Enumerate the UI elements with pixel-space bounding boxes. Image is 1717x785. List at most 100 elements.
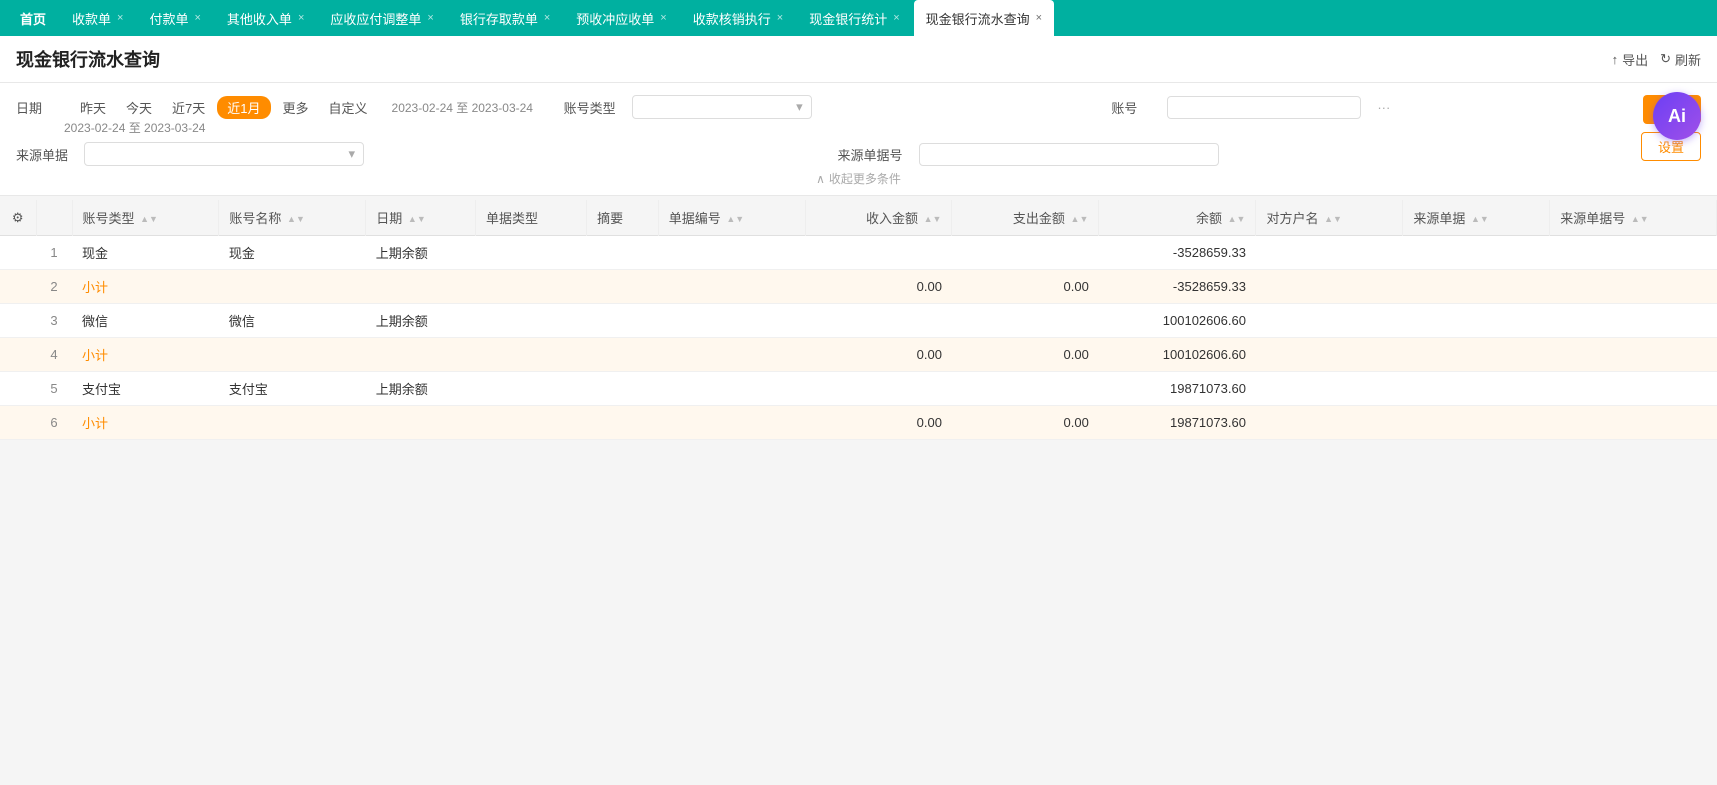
table-row[interactable]: 5支付宝支付宝上期余额19871073.60: [0, 372, 1717, 406]
date-opt-1month[interactable]: 近1月: [217, 96, 270, 119]
nav-tab-0[interactable]: 收款单 ×: [60, 0, 135, 36]
table-cell: 0.00: [952, 270, 1099, 304]
filter-row-2: 来源单据 ▾ 来源单据号: [16, 142, 1635, 166]
date-label: 日期: [16, 98, 56, 117]
source-doc-no-input[interactable]: [919, 143, 1219, 166]
close-icon[interactable]: ×: [777, 12, 783, 24]
nav-tab-3[interactable]: 应收应付调整单 ×: [318, 0, 445, 36]
table-cell: [805, 372, 952, 406]
col-account-type[interactable]: 账号类型 ▲▼: [72, 200, 219, 236]
page-header: 现金银行流水查询 ↑ 导出 ↻ 刷新: [0, 36, 1717, 83]
source-doc-filter-group: 来源单据 ▾: [16, 142, 814, 166]
sort-arrows-source-doc-no: ▲▼: [1631, 215, 1649, 224]
table-cell: 现金: [219, 236, 366, 270]
close-icon[interactable]: ×: [544, 12, 550, 24]
close-icon[interactable]: ×: [1036, 12, 1042, 24]
col-date[interactable]: 日期 ▲▼: [366, 200, 476, 236]
source-doc-select[interactable]: ▾: [84, 142, 364, 166]
table-cell: 0.00: [805, 406, 952, 440]
table-cell: [475, 372, 586, 406]
table-cell: [1403, 236, 1550, 270]
account-input[interactable]: [1167, 96, 1361, 119]
nav-tab-6[interactable]: 收款核销执行 ×: [681, 0, 795, 36]
date-opt-custom[interactable]: 自定义: [321, 96, 376, 119]
nav-tab-7[interactable]: 现金银行统计 ×: [797, 0, 911, 36]
table-cell: 0.00: [805, 270, 952, 304]
source-doc-no-filter-group: 来源单据号: [838, 143, 1636, 166]
table-cell: 现金: [72, 236, 219, 270]
col-source-doc-no[interactable]: 来源单据号 ▲▼: [1550, 200, 1717, 236]
col-income-label: 收入金额: [866, 211, 918, 226]
date-opt-7days[interactable]: 近7天: [164, 96, 213, 119]
table-cell: [1403, 406, 1550, 440]
col-settings[interactable]: ⚙: [0, 200, 36, 236]
header-actions: ↑ 导出 ↻ 刷新: [1612, 50, 1701, 69]
table-cell: 上期余额: [366, 236, 476, 270]
date-options: 昨天 今天 近7天 近1月 更多 自定义: [72, 96, 376, 119]
table-cell: [366, 406, 476, 440]
sort-arrows-date: ▲▼: [408, 215, 426, 224]
col-summary-label: 摘要: [597, 211, 623, 226]
close-icon[interactable]: ×: [194, 12, 200, 24]
table-cell: 100102606.60: [1099, 338, 1256, 372]
sort-arrows-expense: ▲▼: [1071, 215, 1089, 224]
collapse-button[interactable]: ∧ 收起更多条件: [816, 170, 901, 187]
date-opt-yesterday[interactable]: 昨天: [72, 96, 114, 119]
top-nav: 首页 收款单 × 付款单 × 其他收入单 × 应收应付调整单 × 银行存取款单 …: [0, 0, 1717, 36]
account-type-label: 账号类型: [564, 98, 616, 117]
col-doc-no-label: 单据编号: [669, 211, 721, 226]
table-cell: 上期余额: [366, 372, 476, 406]
nav-home[interactable]: 首页: [8, 0, 58, 36]
more-options-icon[interactable]: ···: [1377, 100, 1390, 115]
col-income[interactable]: 收入金额 ▲▼: [805, 200, 952, 236]
close-icon[interactable]: ×: [660, 12, 666, 24]
close-icon[interactable]: ×: [427, 12, 433, 24]
nav-tab-4[interactable]: 银行存取款单 ×: [448, 0, 562, 36]
table-row[interactable]: 4小计0.000.00100102606.60: [0, 338, 1717, 372]
table-row[interactable]: 6小计0.000.0019871073.60: [0, 406, 1717, 440]
table-cell: 3: [36, 304, 72, 338]
date-opt-more[interactable]: 更多: [275, 96, 317, 119]
date-range-sub: 2023-02-24 至 2023-03-24: [64, 121, 205, 135]
col-account-name[interactable]: 账号名称 ▲▼: [219, 200, 366, 236]
table-cell: [0, 304, 36, 338]
table-cell: [0, 338, 36, 372]
col-counterpart-label: 对方户名: [1266, 211, 1318, 226]
date-opt-today[interactable]: 今天: [118, 96, 160, 119]
table-row[interactable]: 2小计0.000.00-3528659.33: [0, 270, 1717, 304]
export-button[interactable]: ↑ 导出: [1612, 50, 1649, 69]
close-icon[interactable]: ×: [117, 12, 123, 24]
col-doc-no[interactable]: 单据编号 ▲▼: [658, 200, 805, 236]
col-doc-type: 单据类型: [475, 200, 586, 236]
table-cell: 0.00: [952, 338, 1099, 372]
col-source-doc[interactable]: 来源单据 ▲▼: [1403, 200, 1550, 236]
col-counterpart[interactable]: 对方户名 ▲▼: [1256, 200, 1403, 236]
nav-tab-2[interactable]: 其他收入单 ×: [215, 0, 316, 36]
nav-tab-5[interactable]: 预收冲应收单 ×: [564, 0, 678, 36]
ai-assistant-badge[interactable]: Ai: [1653, 92, 1701, 140]
col-source-doc-label: 来源单据: [1413, 211, 1465, 226]
table-cell: [658, 236, 805, 270]
nav-tab-8[interactable]: 现金银行流水查询 ×: [914, 0, 1054, 36]
refresh-button[interactable]: ↻ 刷新: [1660, 50, 1701, 69]
account-type-select[interactable]: ▾: [632, 95, 812, 119]
col-expense[interactable]: 支出金额 ▲▼: [952, 200, 1099, 236]
table-cell: [587, 270, 659, 304]
table-cell: [805, 236, 952, 270]
account-label: 账号: [1111, 98, 1151, 117]
col-balance[interactable]: 余额 ▲▼: [1099, 200, 1256, 236]
table-cell: [219, 338, 366, 372]
sort-arrows-balance: ▲▼: [1228, 215, 1246, 224]
table-cell: [658, 406, 805, 440]
table-cell: -3528659.33: [1099, 236, 1256, 270]
table-cell: [1256, 338, 1403, 372]
table-row[interactable]: 3微信微信上期余额100102606.60: [0, 304, 1717, 338]
table-cell: [658, 270, 805, 304]
close-icon[interactable]: ×: [298, 12, 304, 24]
nav-tab-1[interactable]: 付款单 ×: [137, 0, 212, 36]
table-row[interactable]: 1现金现金上期余额-3528659.33: [0, 236, 1717, 270]
col-doc-type-label: 单据类型: [486, 211, 538, 226]
chevron-down-icon-2: ▾: [348, 146, 355, 162]
table-cell: [1550, 270, 1717, 304]
close-icon[interactable]: ×: [893, 12, 899, 24]
